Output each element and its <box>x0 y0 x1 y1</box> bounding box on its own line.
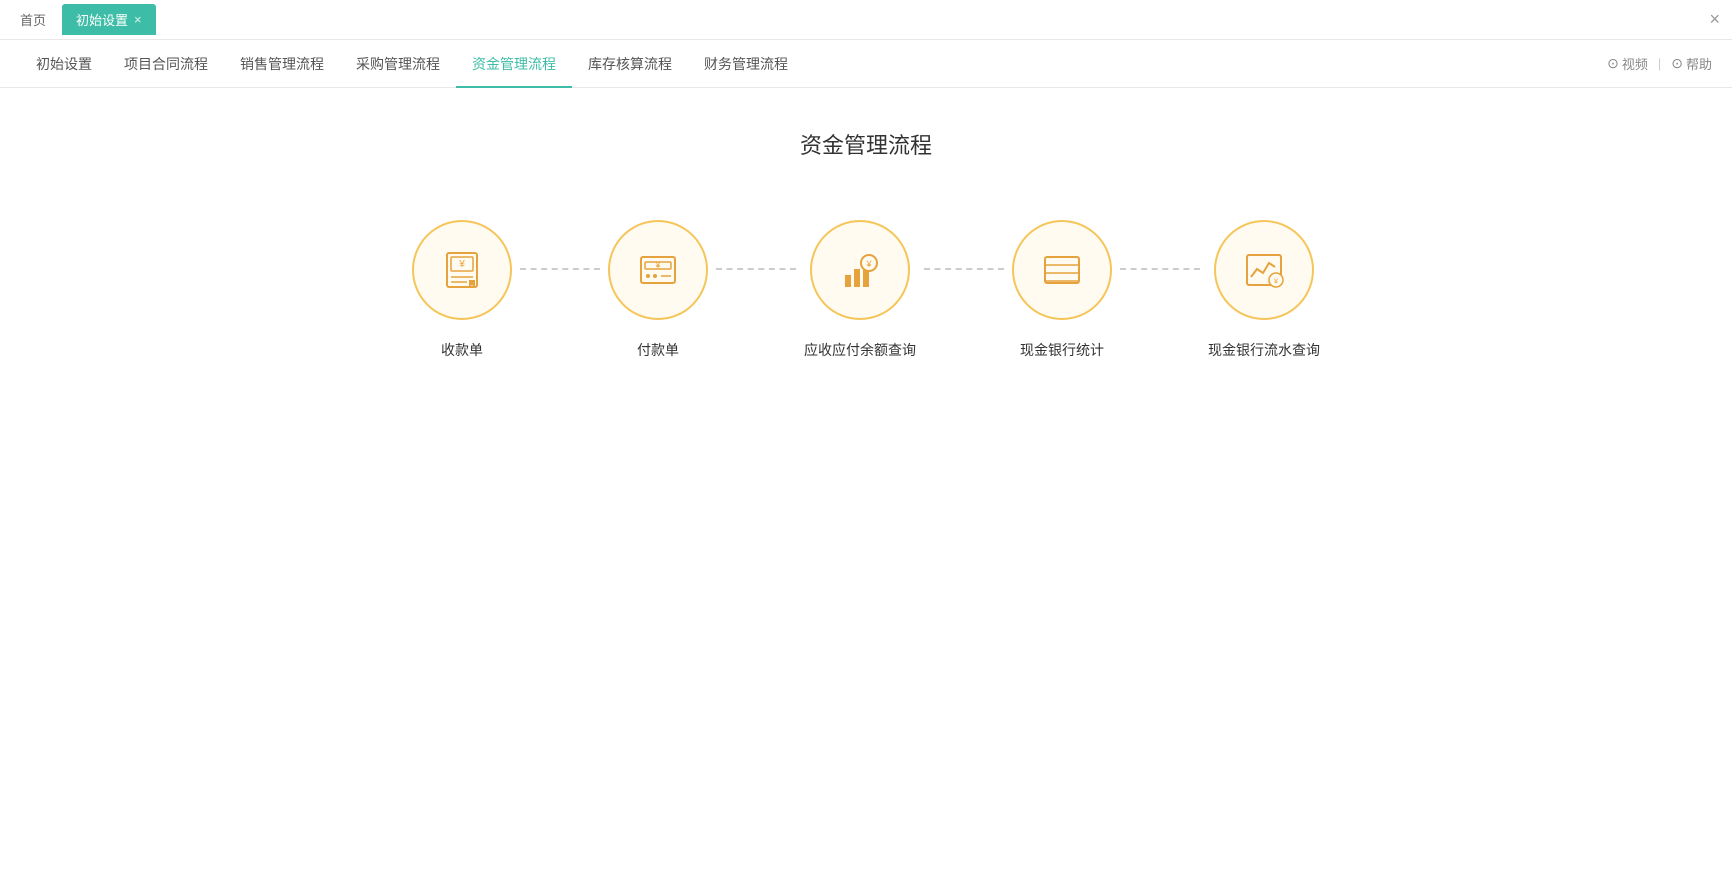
nav-item-inventory[interactable]: 库存核算流程 <box>572 40 688 88</box>
receipt-icon-wrapper: ¥ <box>412 220 512 320</box>
flow-item-payment[interactable]: ¥ 付款单 <box>608 220 708 360</box>
receipt-label: 收款单 <box>441 340 483 360</box>
page-title: 资金管理流程 <box>20 128 1712 160</box>
bank-flow-icon: ¥ <box>1239 245 1289 295</box>
connector-4 <box>1112 220 1208 270</box>
nav-bar: 初始设置 项目合同流程 销售管理流程 采购管理流程 资金管理流程 库存核算流程 … <box>0 40 1732 88</box>
bank-flow-icon-wrapper: ¥ <box>1214 220 1314 320</box>
payment-icon-wrapper: ¥ <box>608 220 708 320</box>
home-tab[interactable]: 首页 <box>12 10 54 29</box>
bank-stat-icon <box>1037 245 1087 295</box>
balance-icon-wrapper: ¥ <box>810 220 910 320</box>
svg-text:¥: ¥ <box>654 260 661 270</box>
balance-icon: ¥ <box>835 245 885 295</box>
connector-2 <box>708 220 804 270</box>
connector-3 <box>916 220 1012 270</box>
tab-close-icon[interactable]: × <box>134 12 142 27</box>
nav-item-init[interactable]: 初始设置 <box>20 40 108 88</box>
bank-flow-label: 现金银行流水查询 <box>1208 340 1320 360</box>
payment-label: 付款单 <box>637 340 679 360</box>
nav-item-finance[interactable]: 财务管理流程 <box>688 40 804 88</box>
top-bar: 首页 初始设置 × × <box>0 0 1732 40</box>
nav-item-sales[interactable]: 销售管理流程 <box>224 40 340 88</box>
nav-right: ⊙ 视频 | ⊙ 帮助 <box>1607 54 1712 73</box>
svg-text:¥: ¥ <box>865 259 872 269</box>
svg-text:¥: ¥ <box>1274 279 1278 286</box>
balance-label: 应收应付余额查询 <box>804 340 916 360</box>
flow-item-balance[interactable]: ¥ 应收应付余额查询 <box>804 220 916 360</box>
help-icon: ⊙ <box>1671 55 1683 72</box>
nav-item-project[interactable]: 项目合同流程 <box>108 40 224 88</box>
main-content: 资金管理流程 ¥ 收款单 <box>0 88 1732 885</box>
video-link[interactable]: ⊙ 视频 <box>1607 54 1648 73</box>
payment-icon: ¥ <box>633 245 683 295</box>
nav-item-purchase[interactable]: 采购管理流程 <box>340 40 456 88</box>
flow-item-bank-stat[interactable]: 现金银行统计 <box>1012 220 1112 360</box>
window-close-icon[interactable]: × <box>1709 9 1720 30</box>
active-tab[interactable]: 初始设置 × <box>62 4 156 35</box>
connector-1 <box>512 220 608 270</box>
nav-item-capital[interactable]: 资金管理流程 <box>456 40 572 88</box>
svg-text:¥: ¥ <box>458 259 465 270</box>
flow-container: ¥ 收款单 ¥ <box>20 220 1712 360</box>
play-icon: ⊙ <box>1607 55 1619 72</box>
help-link[interactable]: ⊙ 帮助 <box>1671 54 1712 73</box>
bank-stat-label: 现金银行统计 <box>1020 340 1104 360</box>
receipt-icon: ¥ <box>437 245 487 295</box>
flow-item-receipt[interactable]: ¥ 收款单 <box>412 220 512 360</box>
flow-item-bank-flow[interactable]: ¥ 现金银行流水查询 <box>1208 220 1320 360</box>
bank-stat-icon-wrapper <box>1012 220 1112 320</box>
active-tab-label: 初始设置 <box>76 10 128 29</box>
